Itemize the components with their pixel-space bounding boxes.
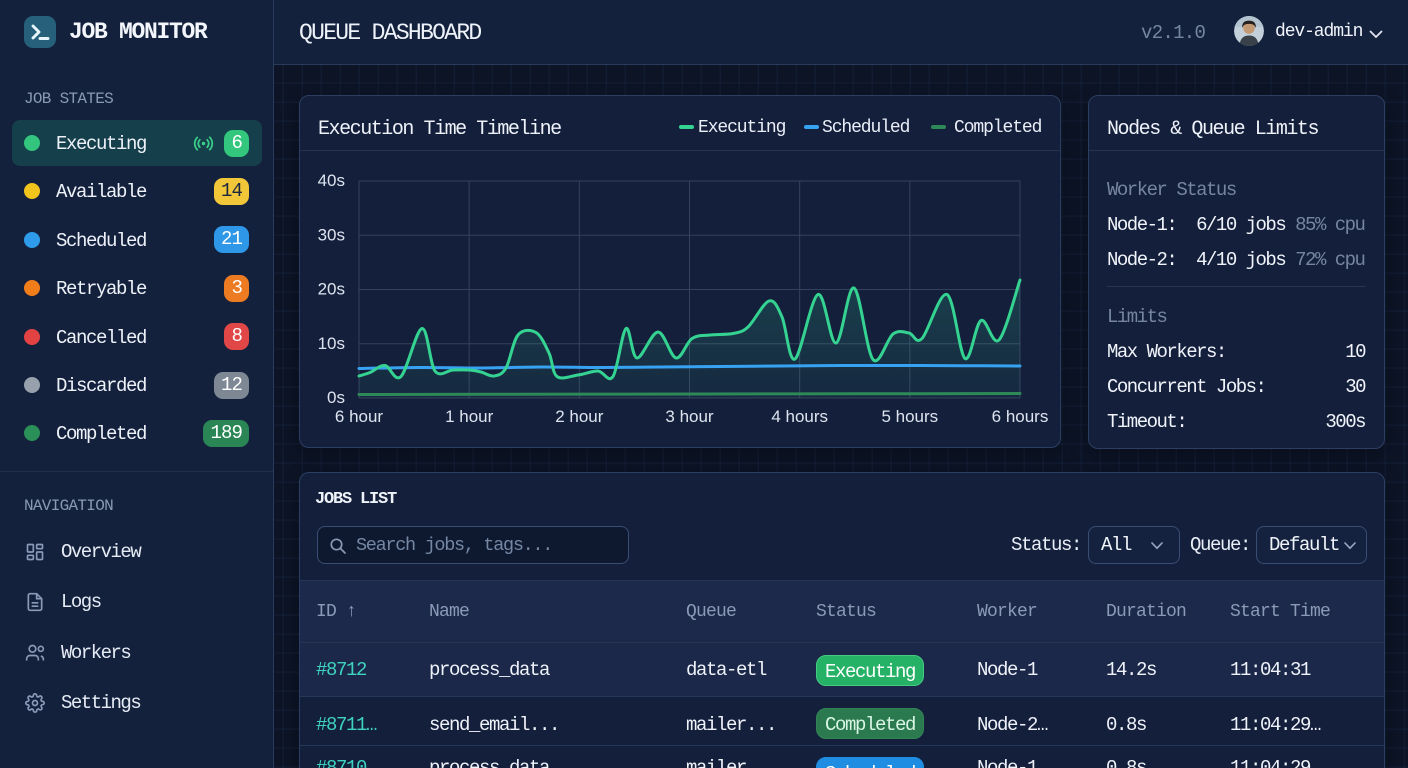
svg-text:10s: 10s: [318, 334, 345, 353]
svg-text:5 hours: 5 hours: [881, 407, 938, 426]
svg-text:40s: 40s: [318, 171, 345, 190]
svg-text:6 hours: 6 hours: [992, 407, 1049, 426]
svg-text:0s: 0s: [327, 388, 345, 407]
svg-text:20s: 20s: [318, 280, 345, 299]
svg-text:1 hour: 1 hour: [445, 407, 494, 426]
svg-text:30s: 30s: [318, 225, 345, 244]
svg-text:4 hours: 4 hours: [771, 407, 828, 426]
svg-text:2 hour: 2 hour: [555, 407, 604, 426]
svg-text:6 hour: 6 hour: [335, 407, 384, 426]
svg-text:3 hour: 3 hour: [665, 407, 714, 426]
